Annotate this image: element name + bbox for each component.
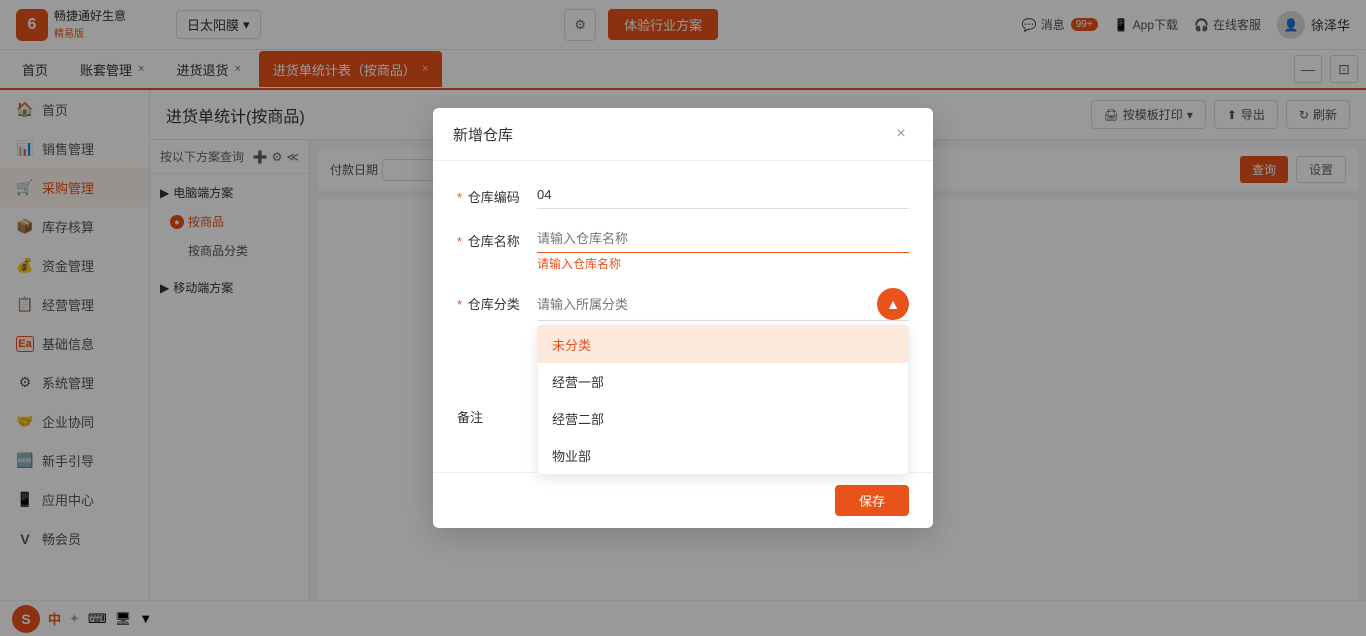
classify-label: * 仓库分类 [457, 288, 537, 313]
classify-input[interactable] [537, 291, 877, 318]
dropdown-item-property[interactable]: 物业部 [538, 437, 908, 474]
dropdown-item-uncategorized[interactable]: 未分类 [538, 326, 908, 363]
name-label: * 仓库名称 [457, 225, 537, 250]
warehouse-classify-row: * 仓库分类 ▲ 未分类 经营一部 经营二部 物业部 [457, 288, 909, 321]
note-label: 备注 [457, 401, 537, 426]
classify-control: ▲ 未分类 经营一部 经营二部 物业部 [537, 288, 909, 321]
save-button[interactable]: 保存 [835, 485, 909, 516]
modal-close-button[interactable]: × [889, 122, 913, 146]
warehouse-name-input[interactable] [537, 225, 909, 253]
warehouse-name-row: * 仓库名称 请输入仓库名称 [457, 225, 909, 272]
dropdown-item-ops2[interactable]: 经营二部 [538, 400, 908, 437]
classify-input-wrap: ▲ [537, 288, 909, 321]
classify-dropdown: 未分类 经营一部 经营二部 物业部 [537, 325, 909, 475]
modal-body: * 仓库编码 * 仓库名称 请输入仓库名称 * 仓库分类 [433, 161, 933, 472]
warehouse-code-row: * 仓库编码 [457, 181, 909, 209]
code-label: * 仓库编码 [457, 181, 537, 206]
dropdown-item-ops1[interactable]: 经营一部 [538, 363, 908, 400]
modal-header: 新增仓库 × [433, 108, 933, 161]
classify-toggle-button[interactable]: ▲ [877, 288, 909, 320]
name-control: 请输入仓库名称 [537, 225, 909, 272]
modal-footer: 保存 [433, 472, 933, 528]
warehouse-code-input[interactable] [537, 181, 909, 209]
name-error-msg: 请输入仓库名称 [537, 255, 909, 272]
code-control [537, 181, 909, 209]
modal-title: 新增仓库 [453, 124, 513, 145]
new-warehouse-modal: 新增仓库 × * 仓库编码 * 仓库名称 请输入仓库名称 [433, 108, 933, 528]
